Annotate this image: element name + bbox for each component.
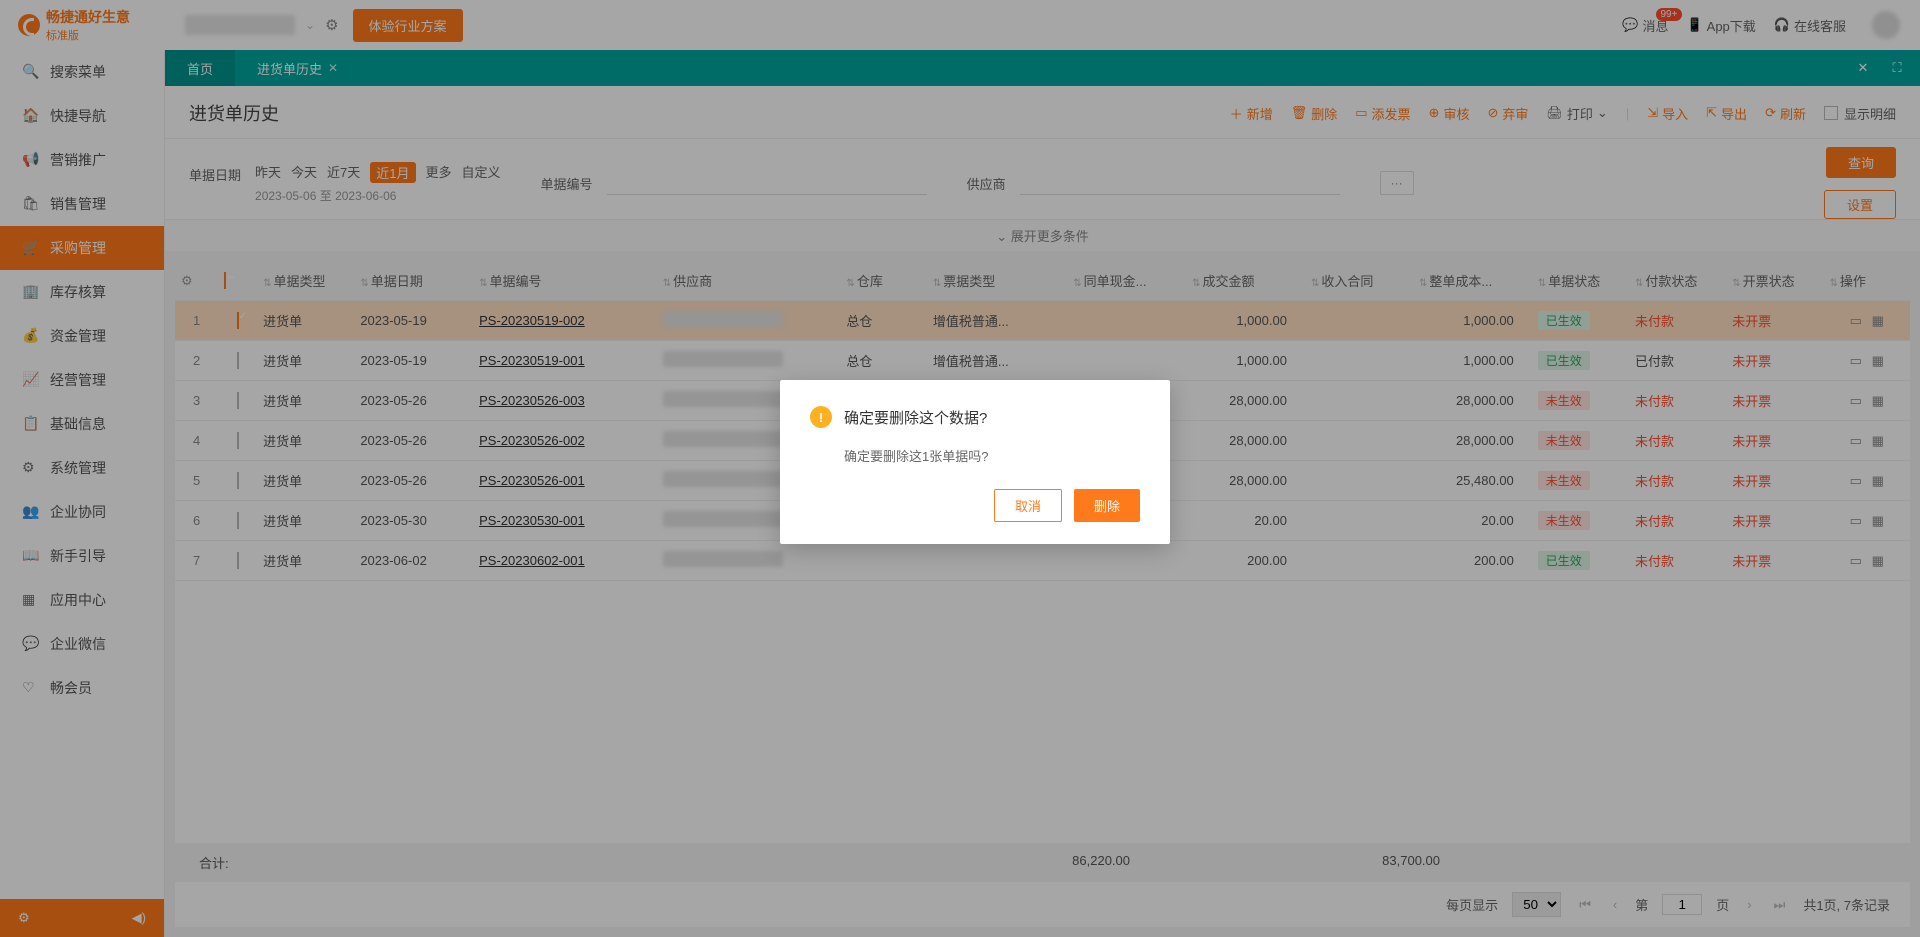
modal-title: 确定要删除这个数据? <box>844 407 987 428</box>
confirm-delete-modal: ! 确定要删除这个数据? 确定要删除这1张单据吗? 取消 删除 <box>780 380 1170 544</box>
modal-confirm-button[interactable]: 删除 <box>1074 489 1140 522</box>
warning-icon: ! <box>810 406 832 428</box>
modal-cancel-button[interactable]: 取消 <box>994 489 1062 522</box>
modal-message: 确定要删除这1张单据吗? <box>844 446 1140 465</box>
